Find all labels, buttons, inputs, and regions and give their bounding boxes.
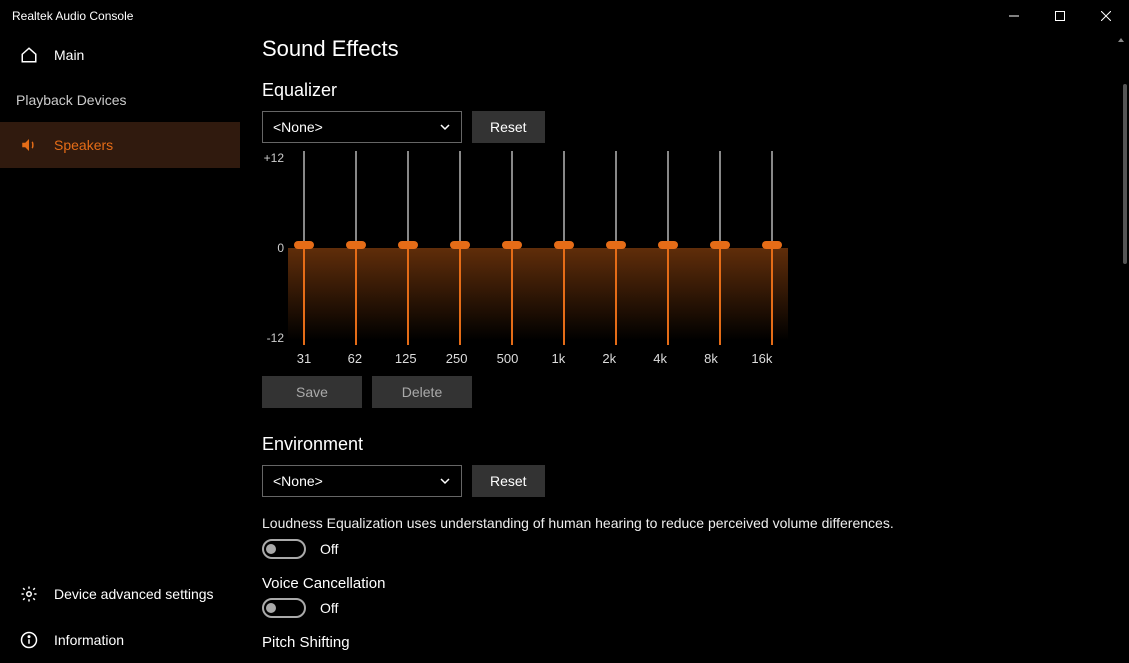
voice-cancellation-title: Voice Cancellation: [262, 575, 1129, 592]
sidebar-item-label: Information: [54, 632, 124, 648]
title-bar: Realtek Audio Console: [0, 0, 1129, 32]
sidebar-item-label: Speakers: [54, 137, 113, 153]
maximize-button[interactable]: [1037, 0, 1083, 32]
close-button[interactable]: [1083, 0, 1129, 32]
eq-slider-1k[interactable]: [554, 151, 574, 345]
sidebar-item-label: Main: [54, 47, 84, 63]
sidebar-item-speakers[interactable]: Speakers: [0, 122, 240, 168]
environment-select[interactable]: <None>: [262, 465, 462, 497]
scrollbar[interactable]: [1113, 32, 1129, 663]
window-title: Realtek Audio Console: [12, 9, 133, 23]
main-panel: Sound Effects Equalizer <None> Reset +12…: [240, 32, 1129, 663]
loudness-description: Loudness Equalization uses understanding…: [262, 515, 1129, 531]
loudness-toggle[interactable]: [262, 539, 306, 559]
sidebar-section-label: Playback Devices: [16, 92, 127, 108]
gear-icon: [20, 585, 38, 603]
sidebar-item-label: Device advanced settings: [54, 586, 214, 602]
scroll-thumb[interactable]: [1123, 84, 1127, 264]
eq-slider-62[interactable]: [346, 151, 366, 345]
pitch-shifting-title: Pitch Shifting: [262, 634, 1129, 651]
minimize-button[interactable]: [991, 0, 1037, 32]
equalizer-preset-select[interactable]: <None>: [262, 111, 462, 143]
home-icon: [20, 46, 38, 64]
speaker-icon: [20, 136, 38, 154]
equalizer-save-button[interactable]: Save: [262, 376, 362, 408]
eq-slider-8k[interactable]: [710, 151, 730, 345]
environment-reset-button[interactable]: Reset: [472, 465, 545, 497]
loudness-toggle-label: Off: [320, 541, 338, 557]
select-value: <None>: [273, 473, 323, 489]
sidebar-item-advanced[interactable]: Device advanced settings: [0, 571, 240, 617]
equalizer-delete-button[interactable]: Delete: [372, 376, 472, 408]
sidebar: Main Playback Devices Speakers Device ad…: [0, 32, 240, 663]
chevron-down-icon: [439, 121, 451, 133]
eq-slider-2k[interactable]: [606, 151, 626, 345]
select-value: <None>: [273, 119, 323, 135]
info-icon: [20, 631, 38, 649]
environment-title: Environment: [262, 434, 1129, 455]
equalizer-title: Equalizer: [262, 80, 1129, 101]
page-title: Sound Effects: [262, 36, 1129, 62]
sidebar-section-playback: Playback Devices: [0, 78, 240, 122]
eq-frequency-labels: 31 62 125 250 500 1k 2k 4k 8k 16k: [288, 345, 788, 366]
eq-slider-4k[interactable]: [658, 151, 678, 345]
eq-slider-31[interactable]: [294, 151, 314, 345]
equalizer-sliders: [288, 151, 788, 345]
scroll-up-icon[interactable]: [1113, 32, 1129, 48]
sidebar-item-information[interactable]: Information: [0, 617, 240, 663]
eq-scale-labels: +12 0 -12: [262, 151, 288, 345]
eq-slider-16k[interactable]: [762, 151, 782, 345]
voice-cancellation-toggle-label: Off: [320, 600, 338, 616]
chevron-down-icon: [439, 475, 451, 487]
window-controls: [991, 0, 1129, 32]
sidebar-item-main[interactable]: Main: [0, 32, 240, 78]
voice-cancellation-toggle[interactable]: [262, 598, 306, 618]
eq-slider-500[interactable]: [502, 151, 522, 345]
eq-slider-250[interactable]: [450, 151, 470, 345]
equalizer-reset-button[interactable]: Reset: [472, 111, 545, 143]
eq-slider-125[interactable]: [398, 151, 418, 345]
